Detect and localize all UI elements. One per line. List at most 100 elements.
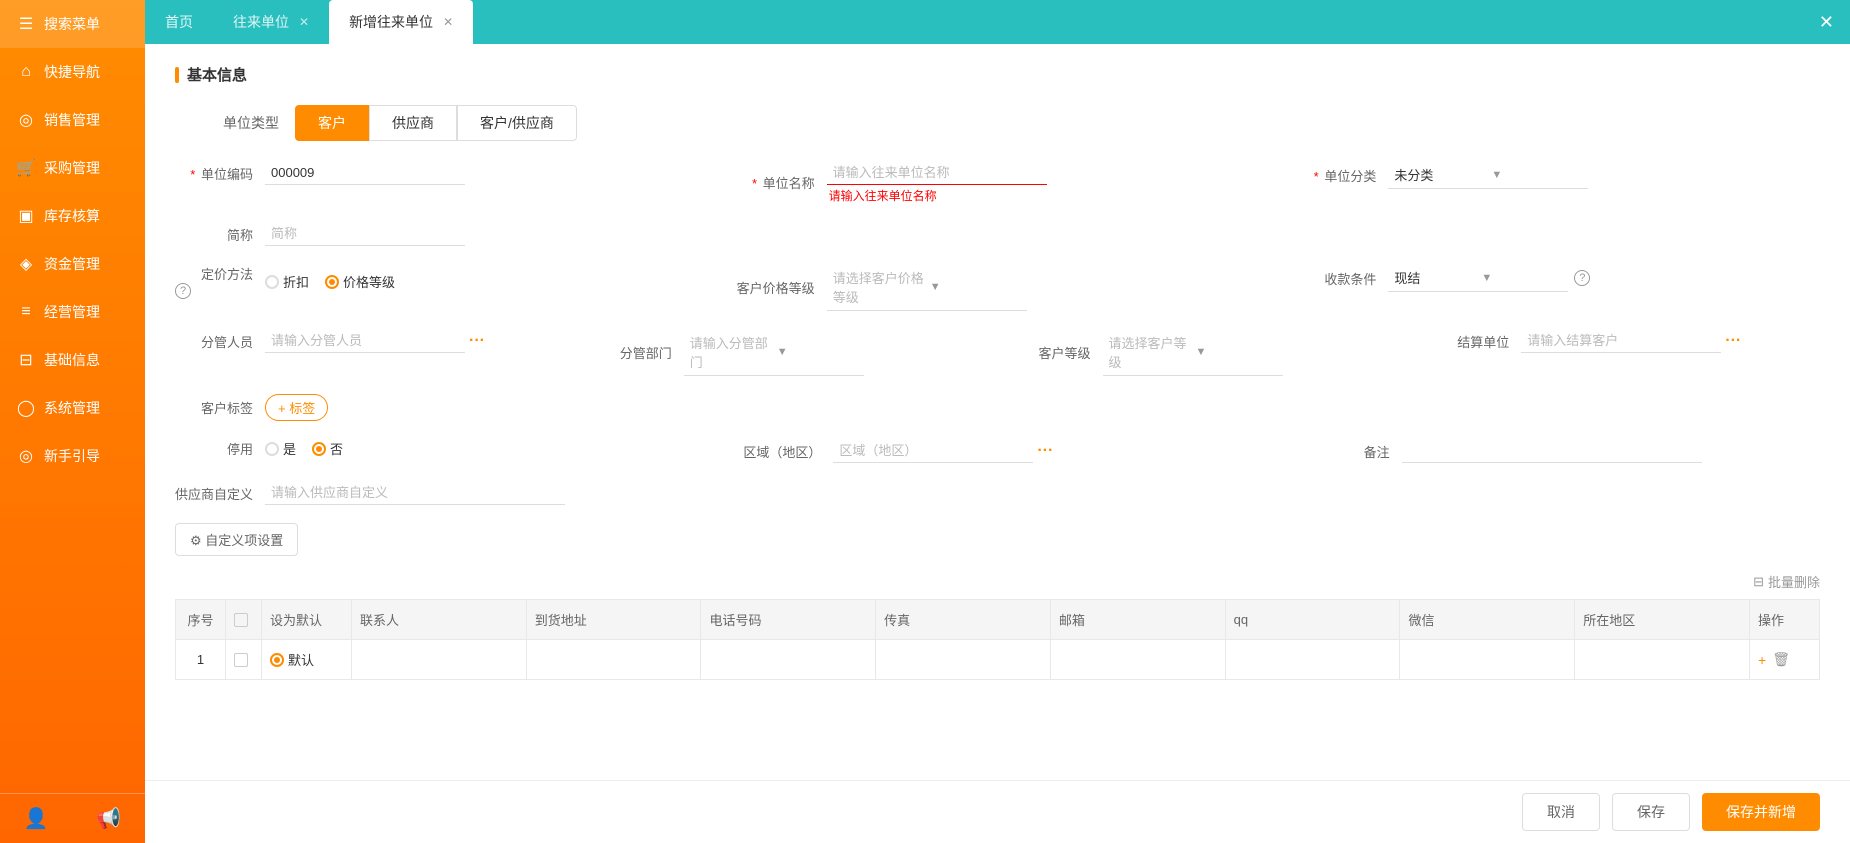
batch-delete-area[interactable]: ⊟ 批量删除 — [175, 572, 1820, 591]
disabled-yes-label: 是 — [283, 439, 296, 458]
form-row-2: 简称 — [175, 222, 1820, 246]
row-delivery-input[interactable] — [535, 652, 693, 667]
row-delivery[interactable] — [526, 640, 701, 680]
pricing-level-label: 价格等级 — [343, 272, 395, 291]
cancel-button[interactable]: 取消 — [1522, 793, 1600, 831]
row-area[interactable] — [1575, 640, 1750, 680]
row-add-btn[interactable]: + — [1758, 652, 1766, 668]
unit-code-label: * 单位编码 — [175, 164, 265, 183]
tab-home[interactable]: 首页 — [145, 0, 213, 44]
row-phone-input[interactable] — [709, 652, 867, 667]
row-email-input[interactable] — [1059, 652, 1217, 667]
tab-bar-close-all[interactable]: ✕ — [1803, 12, 1850, 33]
manager-dots-btn[interactable]: ··· — [465, 332, 489, 350]
row-default-cell: 默认 — [262, 640, 352, 680]
tab-partner[interactable]: 往来单位 ✕ — [213, 0, 329, 44]
disabled-yes-radio[interactable]: 是 — [265, 439, 296, 458]
sidebar-item-purchase[interactable]: 🛒 采购管理 — [0, 144, 145, 192]
type-btn-customer[interactable]: 客户 — [295, 105, 369, 141]
row-contact-input[interactable] — [360, 652, 518, 667]
disabled-radio-group: 是 否 — [265, 439, 343, 458]
tab-partner-close[interactable]: ✕ — [299, 15, 309, 29]
sidebar-item-inventory[interactable]: ▣ 库存核算 — [0, 192, 145, 240]
short-name-input[interactable] — [265, 222, 465, 246]
row-area-input[interactable] — [1583, 652, 1741, 667]
row-wechat-input[interactable] — [1408, 652, 1566, 667]
form-row-4: 分管人员 ··· 分管部门 请输入分管部门 ▼ 客户等级 请选择客户等级 ▼ 结… — [175, 329, 1820, 376]
sidebar-item-search[interactable]: ☰ 搜索菜单 — [0, 0, 145, 48]
unit-category-label: * 单位分类 — [1298, 166, 1388, 185]
region-dots-btn[interactable]: ··· — [1033, 442, 1057, 460]
col-action: 操作 — [1750, 600, 1820, 640]
payment-terms-select[interactable]: 现结 ▼ — [1388, 264, 1568, 292]
payment-terms-help-icon[interactable]: ? — [1574, 270, 1590, 286]
pricing-discount-label: 折扣 — [283, 272, 309, 291]
form-row-6: 停用 是 否 区域（地区） ··· 备注 — [175, 439, 1820, 463]
field-unit-name: * 单位名称 请输入往来单位名称 — [737, 161, 1259, 204]
sidebar: ☰ 搜索菜单 ⌂ 快捷导航 ◎ 销售管理 🛒 采购管理 ▣ 库存核算 ◈ 资金管… — [0, 0, 145, 843]
sidebar-item-finance[interactable]: ◈ 资金管理 — [0, 240, 145, 288]
sidebar-footer-right[interactable]: 📢 — [73, 794, 146, 843]
sidebar-item-operations[interactable]: ≡ 经营管理 — [0, 288, 145, 336]
pricing-discount-radio[interactable]: 折扣 — [265, 272, 309, 291]
settlement-unit-dots-btn[interactable]: ··· — [1721, 332, 1745, 350]
payment-terms-chevron: ▼ — [1481, 272, 1562, 284]
row-fax-input[interactable] — [884, 652, 1042, 667]
field-short-name: 简称 — [175, 222, 1820, 246]
row-qq[interactable] — [1225, 640, 1400, 680]
pricing-method-help-icon[interactable]: ? — [175, 283, 191, 299]
sidebar-item-system[interactable]: ◯ 系统管理 — [0, 384, 145, 432]
search-icon: ☰ — [16, 14, 36, 34]
save-button[interactable]: 保存 — [1612, 793, 1690, 831]
pricing-level-radio[interactable]: 价格等级 — [325, 272, 395, 291]
customer-level-select[interactable]: 请选择客户等级 ▼ — [1103, 329, 1283, 376]
col-seq: 序号 — [176, 600, 226, 640]
sidebar-item-guide[interactable]: ◎ 新手引导 — [0, 432, 145, 480]
customer-tag-label: 客户标签 — [175, 398, 265, 417]
sidebar-item-inventory-label: 库存核算 — [44, 206, 100, 226]
type-btn-supplier[interactable]: 供应商 — [369, 105, 457, 141]
row-delete-btn[interactable]: 🗑 — [1772, 651, 1790, 668]
sidebar-item-search-label: 搜索菜单 — [44, 14, 100, 34]
unit-category-select[interactable]: 未分类 ▼ — [1388, 161, 1588, 189]
add-tag-button[interactable]: + 标签 — [265, 394, 328, 421]
sidebar-footer-left[interactable]: 👤 — [0, 794, 73, 843]
sidebar-item-sales[interactable]: ◎ 销售管理 — [0, 96, 145, 144]
unit-name-error: 请输入往来单位名称 — [829, 187, 1047, 204]
customer-price-level-placeholder: 请选择客户价格等级 — [833, 268, 924, 306]
row-wechat[interactable] — [1400, 640, 1575, 680]
disabled-no-label: 否 — [330, 439, 343, 458]
row-seq: 1 — [176, 640, 226, 680]
settlement-unit-input[interactable] — [1521, 329, 1721, 353]
manager-input[interactable] — [265, 329, 465, 353]
row-default-radio[interactable]: 默认 — [270, 650, 343, 669]
settlement-unit-label: 结算单位 — [1431, 332, 1521, 351]
unit-category-value: 未分类 — [1394, 165, 1485, 184]
customer-level-chevron: ▼ — [1196, 346, 1277, 358]
row-phone[interactable] — [701, 640, 876, 680]
remark-input[interactable] — [1402, 439, 1702, 463]
custom-settings-button[interactable]: ⚙ 自定义项设置 — [175, 523, 298, 556]
row-checkbox[interactable] — [234, 653, 248, 667]
region-input[interactable] — [833, 439, 1033, 463]
department-select[interactable]: 请输入分管部门 ▼ — [684, 329, 864, 376]
table-select-all-checkbox[interactable] — [234, 613, 248, 627]
unit-code-input[interactable] — [265, 161, 465, 185]
row-fax[interactable] — [876, 640, 1051, 680]
sidebar-item-basic-info[interactable]: ⊟ 基础信息 — [0, 336, 145, 384]
sidebar-item-quick-nav[interactable]: ⌂ 快捷导航 — [0, 48, 145, 96]
row-qq-input[interactable] — [1234, 652, 1392, 667]
tab-new-partner-close[interactable]: ✕ — [443, 15, 453, 29]
row-email[interactable] — [1050, 640, 1225, 680]
tab-new-partner[interactable]: 新增往来单位 ✕ — [329, 0, 473, 44]
region-label: 区域（地区） — [743, 442, 833, 461]
row-contact[interactable] — [352, 640, 527, 680]
customer-price-level-select[interactable]: 请选择客户价格等级 ▼ — [827, 264, 1027, 311]
save-and-new-button[interactable]: 保存并新增 — [1702, 793, 1820, 831]
unit-name-input[interactable] — [827, 161, 1047, 185]
disabled-no-radio[interactable]: 否 — [312, 439, 343, 458]
supplier-custom-input[interactable] — [265, 481, 565, 505]
type-btn-both[interactable]: 客户/供应商 — [457, 105, 577, 141]
manager-label: 分管人员 — [175, 332, 265, 351]
contacts-table: 序号 设为默认 联系人 到货地址 电话号码 传真 邮箱 qq 微信 所在地区 操… — [175, 599, 1820, 680]
